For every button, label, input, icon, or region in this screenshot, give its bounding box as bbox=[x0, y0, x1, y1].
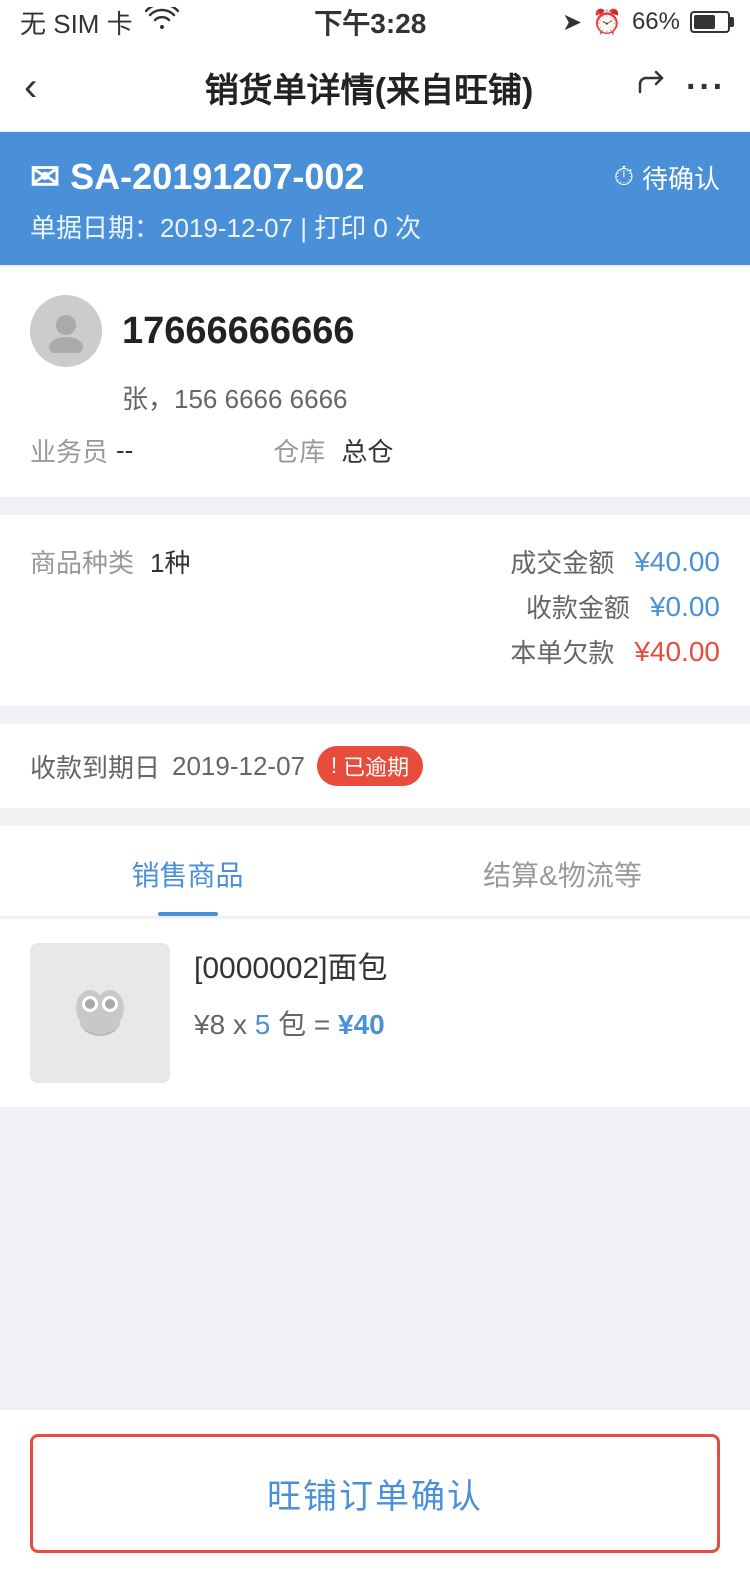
nav-right: ··· bbox=[634, 68, 726, 107]
debt-value: ¥40.00 bbox=[634, 636, 720, 668]
email-icon: ✉ bbox=[30, 156, 60, 198]
status-left: 无 SIM 卡 bbox=[20, 4, 179, 41]
time-label: 下午3:28 bbox=[314, 2, 426, 42]
salesperson-label: 业务员 bbox=[30, 432, 108, 469]
product-unit-price: ¥8 bbox=[194, 1009, 225, 1040]
kind-value: 1种 bbox=[150, 543, 190, 580]
customer-meta: 业务员 -- 仓库 总仓 bbox=[30, 432, 720, 469]
product-unit: 包 bbox=[278, 1009, 306, 1040]
product-info: [0000002]面包 ¥8 x 5 包 = ¥40 bbox=[194, 943, 720, 1043]
customer-section: 17666666666 张，156 6666 6666 业务员 -- 仓库 总仓 bbox=[0, 267, 750, 497]
kind-label: 商品种类 bbox=[30, 543, 134, 580]
overdue-text: 已逾期 bbox=[343, 750, 409, 782]
product-name: [0000002]面包 bbox=[194, 943, 720, 987]
alarm-icon: ⏰ bbox=[592, 8, 622, 37]
warehouse-value: 总仓 bbox=[341, 432, 393, 469]
divider-2 bbox=[0, 708, 750, 724]
overdue-badge: ! 已逾期 bbox=[317, 746, 423, 786]
warehouse-label: 仓库 bbox=[273, 432, 325, 469]
product-equals: = bbox=[314, 1009, 338, 1040]
page-title: 销货单详情(来自旺铺) bbox=[104, 63, 634, 112]
order-header-card: ✉ SA-20191207-002 ⏱ 待确认 单据日期：2019-12-07 … bbox=[0, 132, 750, 265]
divider-1 bbox=[0, 499, 750, 515]
received-row: 收款金额 ¥0.00 bbox=[510, 588, 720, 625]
received-label: 收款金额 bbox=[526, 588, 630, 625]
tab-sales-label: 销售商品 bbox=[131, 860, 243, 891]
customer-sub-info: 张，156 6666 6666 bbox=[30, 379, 720, 416]
amount-value: ¥40.00 bbox=[634, 546, 720, 578]
battery-icon bbox=[690, 11, 730, 33]
product-thumbnail bbox=[30, 943, 170, 1083]
debt-row: 本单欠款 ¥40.00 bbox=[510, 633, 720, 670]
order-date: 单据日期：2019-12-07 | 打印 0 次 bbox=[30, 208, 720, 245]
back-button[interactable]: ‹ bbox=[24, 65, 37, 110]
due-date-label: 收款到期日 bbox=[30, 748, 160, 785]
amount-label: 成交金额 bbox=[510, 543, 614, 580]
nav-left: ‹ bbox=[24, 65, 104, 110]
battery-label: 66% bbox=[632, 8, 680, 36]
more-button[interactable]: ··· bbox=[686, 68, 726, 107]
status-right: ➤ ⏰ 66% bbox=[562, 8, 730, 37]
order-status: ⏱ 待确认 bbox=[614, 159, 720, 196]
confirm-button[interactable]: 旺铺订单确认 bbox=[30, 1434, 720, 1553]
kind-row: 商品种类 1种 bbox=[30, 543, 190, 580]
product-section: [0000002]面包 ¥8 x 5 包 = ¥40 bbox=[0, 919, 750, 1107]
product-qty: 5 bbox=[255, 1009, 271, 1040]
product-multiply: x bbox=[233, 1009, 255, 1040]
product-price: ¥8 x 5 包 = ¥40 bbox=[194, 1003, 720, 1043]
product-total: ¥40 bbox=[338, 1009, 385, 1040]
tab-settlement-label: 结算&物流等 bbox=[483, 860, 642, 891]
warehouse-item: 仓库 总仓 bbox=[273, 432, 393, 469]
bottom-area: 旺铺订单确认 bbox=[0, 1409, 750, 1577]
received-value: ¥0.00 bbox=[650, 591, 720, 623]
due-date-value: 2019-12-07 bbox=[172, 751, 305, 782]
order-id: ✉ SA-20191207-002 bbox=[30, 156, 364, 198]
tabs-section: 销售商品 结算&物流等 bbox=[0, 826, 750, 917]
content-spacer bbox=[0, 1109, 750, 1409]
tab-settlement[interactable]: 结算&物流等 bbox=[375, 826, 750, 916]
salesperson-item: 业务员 -- bbox=[30, 432, 133, 469]
customer-phone: 17666666666 bbox=[122, 310, 354, 353]
divider-3 bbox=[0, 810, 750, 826]
clock-icon: ⏱ bbox=[614, 161, 634, 193]
avatar bbox=[30, 295, 102, 367]
summary-left: 商品种类 1种 bbox=[30, 543, 190, 580]
order-header-top: ✉ SA-20191207-002 ⏱ 待确认 bbox=[30, 156, 720, 198]
customer-top: 17666666666 bbox=[30, 295, 720, 367]
due-date-section: 收款到期日 2019-12-07 ! 已逾期 bbox=[0, 724, 750, 808]
carrier-label: 无 SIM 卡 bbox=[20, 4, 133, 41]
nav-bar: ‹ 销货单详情(来自旺铺) ··· bbox=[0, 44, 750, 132]
tab-sales-products[interactable]: 销售商品 bbox=[0, 826, 375, 916]
share-button[interactable] bbox=[634, 68, 666, 107]
summary-right: 成交金额 ¥40.00 收款金额 ¥0.00 本单欠款 ¥40.00 bbox=[510, 543, 720, 678]
warning-icon: ! bbox=[331, 753, 337, 779]
wifi-icon bbox=[145, 7, 179, 38]
summary-section: 商品种类 1种 成交金额 ¥40.00 收款金额 ¥0.00 本单欠款 ¥40.… bbox=[0, 515, 750, 706]
salesperson-value: -- bbox=[116, 435, 133, 466]
status-bar: 无 SIM 卡 下午3:28 ➤ ⏰ 66% bbox=[0, 0, 750, 44]
amount-row: 成交金额 ¥40.00 bbox=[510, 543, 720, 580]
location-icon: ➤ bbox=[562, 8, 582, 37]
debt-label: 本单欠款 bbox=[510, 633, 614, 670]
